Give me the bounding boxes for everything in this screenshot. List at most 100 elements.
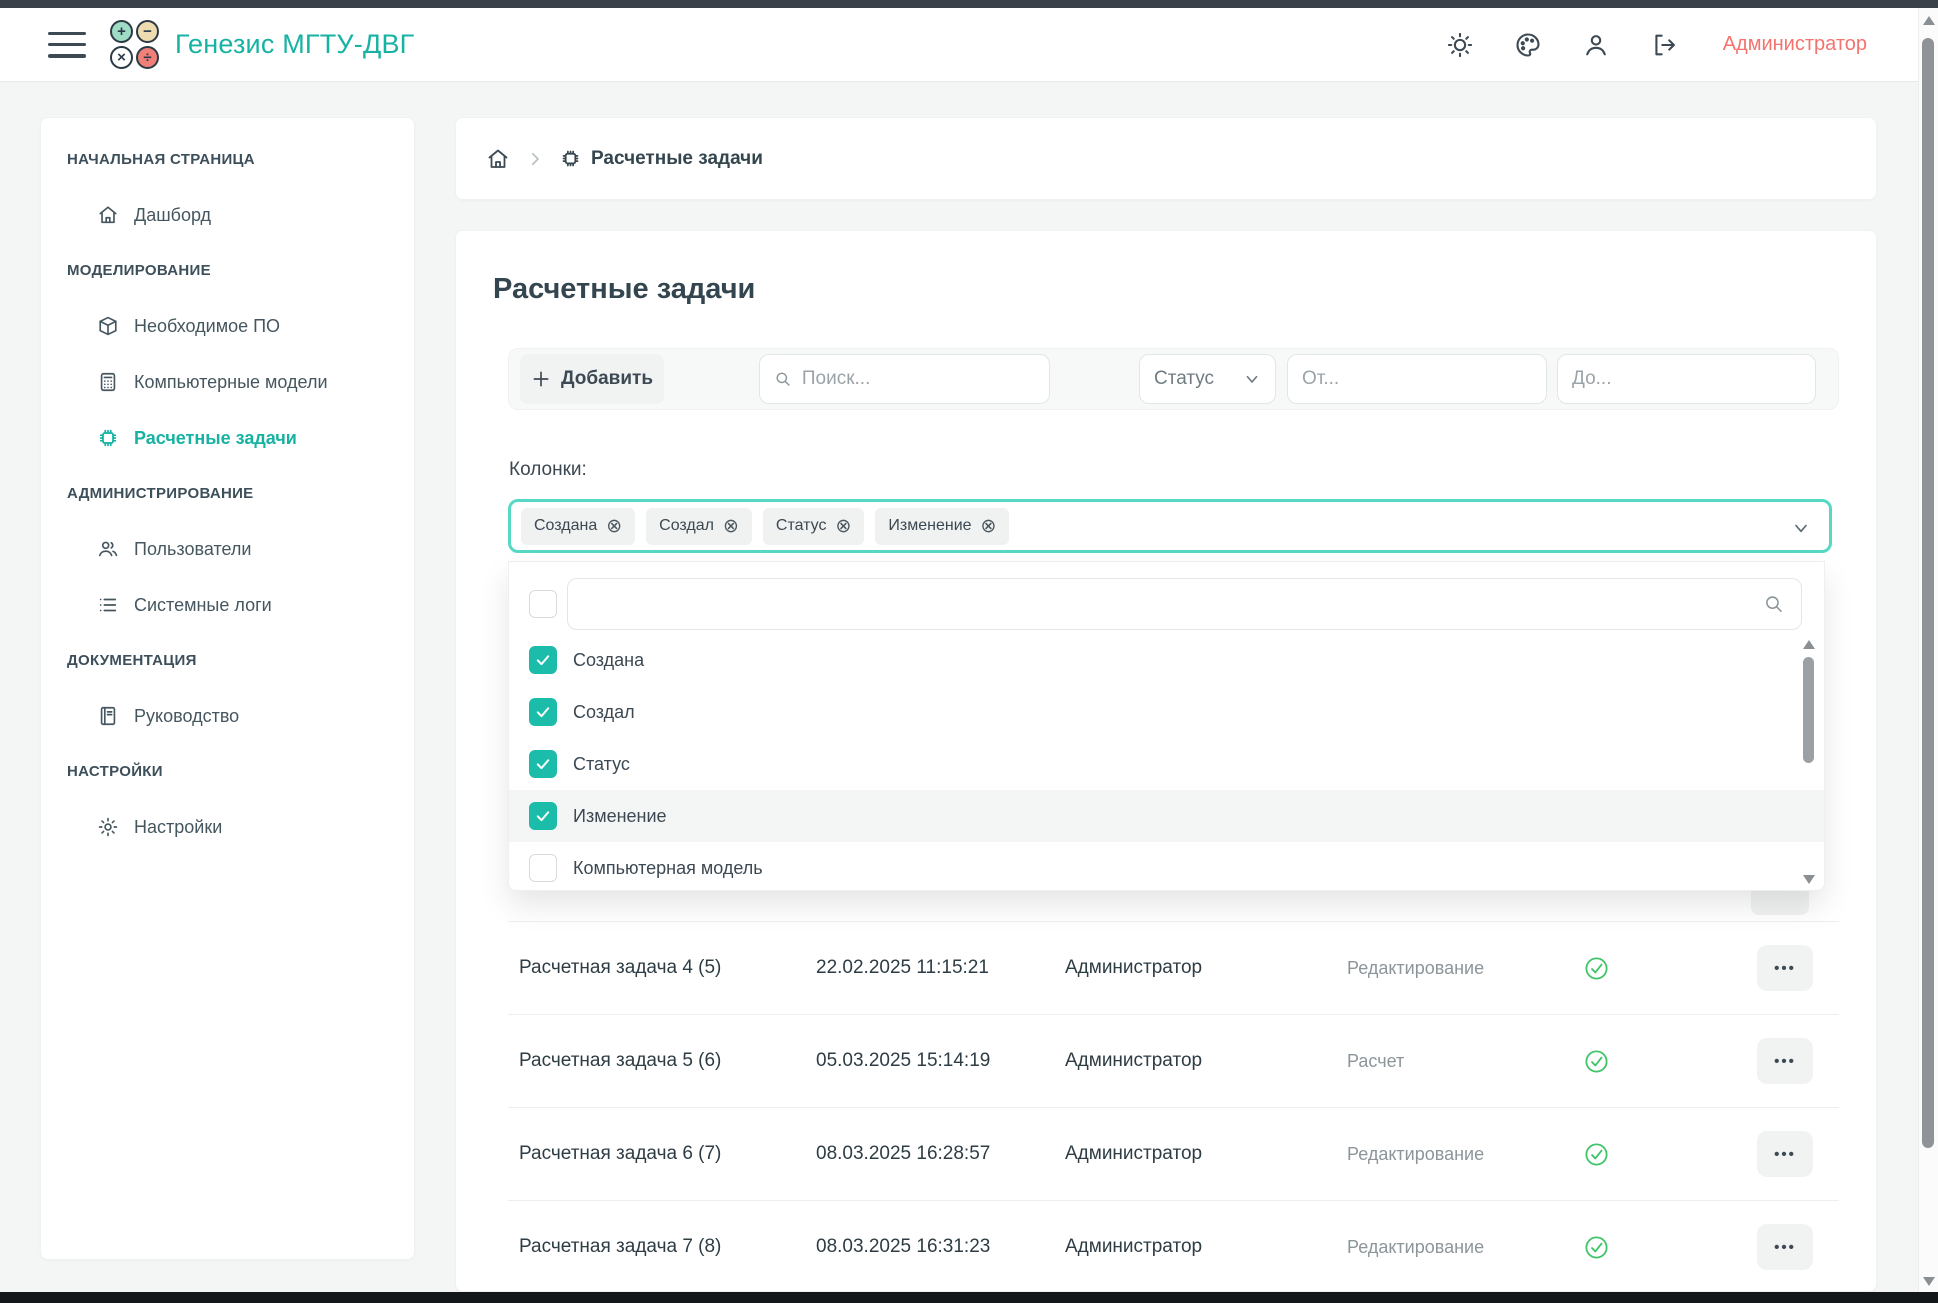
columns-dropdown: Создана Создал Статус Изменение Компьюте… [508, 561, 1825, 891]
sidebar-item-manual[interactable]: Руководство [41, 688, 414, 744]
user-role-label[interactable]: Администратор [1723, 33, 1867, 56]
dropdown-option[interactable]: Создал [509, 686, 1824, 738]
table-row[interactable]: Расчетная задача 5 (6) 05.03.2025 15:14:… [508, 1014, 1839, 1107]
task-status: Расчет [1347, 1050, 1405, 1071]
select-all-checkbox[interactable] [529, 589, 557, 618]
task-creator: Администратор [1065, 1236, 1203, 1257]
sidebar-section-home: НАЧАЛЬНАЯ СТРАНИЦА [67, 151, 255, 168]
scrollbar-thumb[interactable] [1922, 38, 1934, 1148]
remove-chip-icon[interactable]: ⊗ [723, 516, 739, 536]
dropdown-search-input[interactable] [584, 593, 1764, 614]
home-icon [99, 206, 117, 224]
menu-toggle-button[interactable] [48, 31, 86, 58]
scrollbar-up-arrow[interactable] [1803, 640, 1815, 649]
checkbox-checked-icon[interactable] [529, 698, 557, 726]
sidebar-section-modeling: МОДЕЛИРОВАНИЕ [67, 262, 211, 279]
sidebar-item-computer-models[interactable]: Компьютерные модели [41, 354, 414, 410]
logo-minus-icon: − [136, 20, 159, 43]
task-created: 05.03.2025 15:14:19 [816, 1050, 991, 1071]
task-name: Расчетная задача 4 (5) [519, 957, 722, 978]
sidebar-item-required-software[interactable]: Необходимое ПО [41, 298, 414, 354]
table-row[interactable]: Расчетная задача 6 (7) 08.03.2025 16:28:… [508, 1107, 1839, 1200]
theme-sun-icon[interactable] [1445, 30, 1475, 60]
sidebar-section-documentation: ДОКУМЕНТАЦИЯ [67, 652, 197, 669]
app-header: + − × ÷ Генезис МГТУ-ДВГ Администратор [0, 8, 1938, 82]
checkbox-checked-icon[interactable] [529, 750, 557, 778]
date-from-input[interactable] [1302, 368, 1532, 390]
task-name: Расчетная задача 5 (6) [519, 1050, 722, 1071]
search-icon [1766, 595, 1783, 612]
page-title: Расчетные задачи [493, 273, 756, 305]
add-button[interactable]: Добавить [520, 354, 664, 404]
list-icon [99, 598, 117, 612]
task-created: 22.02.2025 11:15:21 [816, 957, 989, 978]
sidebar-section-administration: АДМИНИСТРИРОВАНИЕ [67, 485, 254, 502]
dropdown-option[interactable]: Статус [509, 738, 1824, 790]
sidebar-item-system-logs[interactable]: Системные логи [41, 577, 414, 633]
book-icon [100, 706, 116, 726]
user-icon[interactable] [1581, 30, 1611, 60]
checkbox-checked-icon[interactable] [529, 802, 557, 830]
row-actions-button[interactable]: ••• [1757, 1038, 1813, 1084]
row-actions-button[interactable]: ••• [1757, 1131, 1813, 1177]
status-select[interactable]: Статус [1139, 354, 1276, 404]
table-row[interactable]: Расчетная задача 7 (8) 08.03.2025 16:31:… [508, 1200, 1839, 1293]
dropdown-option[interactable]: Создана [509, 634, 1824, 686]
task-name: Расчетная задача 7 (8) [519, 1236, 722, 1257]
window-bottom-edge [0, 1292, 1938, 1303]
dropdown-search-field[interactable] [567, 577, 1802, 630]
calculator-icon [100, 372, 116, 392]
date-to-input[interactable] [1572, 368, 1801, 390]
column-chip: Создал ⊗ [646, 507, 752, 545]
task-creator: Администратор [1065, 1050, 1203, 1071]
task-name: Расчетная задача 6 (7) [519, 1143, 722, 1164]
gear-icon [98, 817, 118, 837]
status-check-icon [1583, 1141, 1663, 1168]
column-chip: Изменение ⊗ [875, 507, 1010, 545]
row-actions-button[interactable]: ••• [1757, 1224, 1813, 1270]
search-field[interactable] [759, 354, 1050, 404]
table-row[interactable]: Расчетная задача 4 (5) 22.02.2025 11:15:… [508, 921, 1839, 1014]
sidebar-item-dashboard[interactable]: Дашборд [41, 187, 414, 243]
multiselect-chevron-down-icon[interactable] [1791, 518, 1811, 538]
remove-chip-icon[interactable]: ⊗ [981, 516, 997, 536]
breadcrumb-current: Расчетные задачи [560, 148, 763, 170]
date-from-field[interactable] [1287, 354, 1547, 404]
scrollbar-down-arrow[interactable] [1923, 1277, 1935, 1286]
sidebar-item-settings[interactable]: Настройки [41, 799, 414, 855]
logo-divide-icon: ÷ [136, 46, 159, 69]
task-status: Редактирование [1347, 1143, 1485, 1164]
date-to-field[interactable] [1557, 354, 1816, 404]
dropdown-option[interactable]: Изменение [509, 790, 1824, 842]
breadcrumb: Расчетные задачи [455, 117, 1877, 200]
cpu-icon [99, 429, 117, 447]
column-chip: Создана ⊗ [521, 507, 636, 545]
search-input[interactable] [801, 368, 1035, 390]
users-icon [98, 541, 118, 557]
logout-icon[interactable] [1649, 30, 1679, 60]
scrollbar-thumb[interactable] [1803, 657, 1814, 763]
remove-chip-icon[interactable]: ⊗ [835, 516, 851, 536]
palette-icon[interactable] [1513, 30, 1543, 60]
chevron-right-icon [526, 150, 544, 168]
checkbox-unchecked-icon[interactable] [529, 854, 557, 882]
columns-multiselect[interactable]: Создана ⊗ Создал ⊗ Статус ⊗ Изменение ⊗ [508, 499, 1832, 553]
row-actions-button-partial[interactable] [1751, 887, 1809, 915]
sidebar-item-calculation-tasks[interactable]: Расчетные задачи [41, 410, 414, 466]
breadcrumb-home-icon[interactable] [486, 147, 510, 171]
task-creator: Администратор [1065, 1143, 1203, 1164]
sidebar-item-users[interactable]: Пользователи [41, 521, 414, 577]
brand-title: Генезис МГТУ-ДВГ [175, 29, 415, 59]
scrollbar-up-arrow[interactable] [1923, 16, 1935, 25]
dropdown-option[interactable]: Компьютерная модель [509, 842, 1824, 890]
dropdown-scrollbar[interactable] [1802, 640, 1816, 884]
remove-chip-icon[interactable]: ⊗ [606, 516, 622, 536]
task-created: 08.03.2025 16:28:57 [816, 1143, 991, 1164]
logo-plus-icon: + [110, 20, 133, 43]
chevron-down-icon [1246, 375, 1258, 383]
task-status: Редактирование [1347, 1236, 1485, 1257]
page-scrollbar[interactable] [1918, 8, 1938, 1292]
row-actions-button[interactable]: ••• [1757, 945, 1813, 991]
scrollbar-down-arrow[interactable] [1803, 875, 1815, 884]
checkbox-checked-icon[interactable] [529, 646, 557, 674]
